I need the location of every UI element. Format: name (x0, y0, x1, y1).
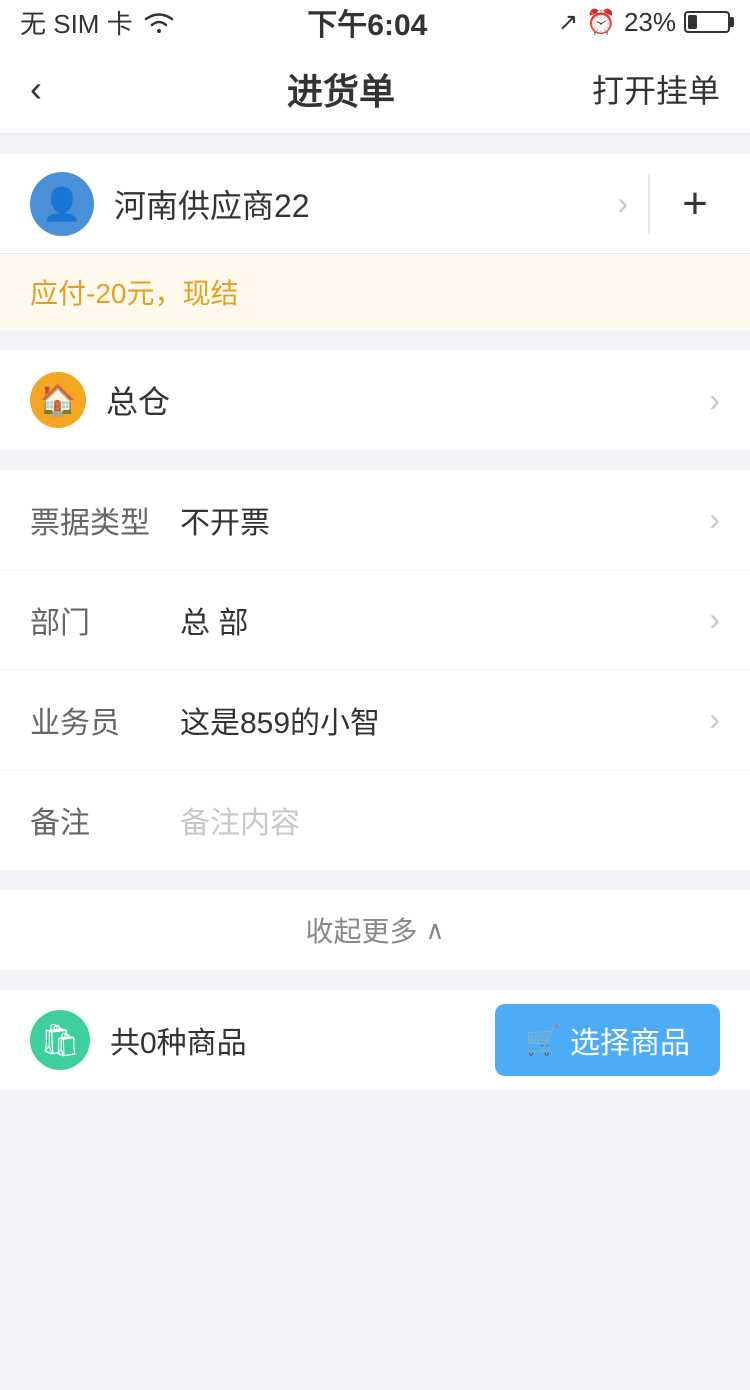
notice-banner: 应付-20元，现结 (0, 254, 750, 330)
product-cart-icon: 🛍 (30, 1010, 90, 1070)
status-time: 下午6:04 (307, 0, 427, 44)
department-label: 部门 (30, 598, 160, 642)
remark-input[interactable]: 备注内容 (180, 798, 720, 842)
salesman-value: 这是859的小智 (180, 698, 709, 742)
remark-label: 备注 (30, 798, 160, 842)
supplier-name: 河南供应商22 (114, 181, 617, 227)
location-icon: ↗ (558, 8, 578, 37)
remark-row[interactable]: 备注 备注内容 (0, 770, 750, 870)
form-section: 票据类型 不开票 › 部门 总 部 › 业务员 这是859的小智 › 备注 备注… (0, 470, 750, 870)
status-bar: 无 SIM 卡 下午6:04 ↗ ⏰ 23% (0, 0, 750, 44)
salesman-row[interactable]: 业务员 这是859的小智 › (0, 670, 750, 770)
select-product-button[interactable]: 🛒 选择商品 (495, 1004, 720, 1076)
cart-icon: 🛍 (40, 1021, 81, 1059)
carrier-label: 无 SIM 卡 (20, 4, 133, 41)
add-supplier-button[interactable]: + (670, 179, 720, 229)
back-button[interactable]: ‹ (30, 68, 90, 110)
salesman-label: 业务员 (30, 698, 160, 742)
warehouse-name: 总仓 (106, 377, 709, 423)
supplier-row[interactable]: 👤 河南供应商22 › + (0, 154, 750, 254)
section-divider-2 (0, 330, 750, 350)
product-footer: 🛍 共0种商品 🛒 选择商品 (0, 990, 750, 1090)
collapse-label: 收起更多 (305, 910, 417, 950)
status-right: ↗ ⏰ 23% (558, 7, 730, 38)
avatar-icon: 👤 (42, 185, 82, 223)
invoice-chevron-icon: › (709, 501, 720, 538)
supplier-avatar: 👤 (30, 172, 94, 236)
supplier-divider (648, 174, 650, 234)
department-row[interactable]: 部门 总 部 › (0, 570, 750, 670)
salesman-chevron-icon: › (709, 701, 720, 738)
bottom-space (0, 1090, 750, 1390)
warehouse-icon: 🏠 (30, 372, 86, 428)
warehouse-house-icon: 🏠 (39, 383, 76, 418)
select-product-label: 选择商品 (570, 1018, 690, 1062)
collapse-row[interactable]: 收起更多 ∧ (0, 890, 750, 970)
supplier-chevron-icon: › (617, 185, 628, 222)
department-chevron-icon: › (709, 601, 720, 638)
battery-percent: 23% (624, 7, 676, 38)
department-value: 总 部 (180, 598, 709, 642)
status-left: 无 SIM 卡 (20, 4, 177, 41)
product-count: 共0种商品 (110, 1018, 495, 1062)
warehouse-chevron-icon: › (709, 382, 720, 419)
open-pending-button[interactable]: 打开挂单 (592, 66, 720, 112)
warehouse-row[interactable]: 🏠 总仓 › (0, 350, 750, 450)
section-divider-1 (0, 134, 750, 154)
battery-bar (684, 11, 730, 33)
invoice-type-row[interactable]: 票据类型 不开票 › (0, 470, 750, 570)
battery-fill (688, 15, 697, 29)
select-product-icon: 🛒 (525, 1024, 560, 1057)
supplier-card: 👤 河南供应商22 › + 应付-20元，现结 (0, 154, 750, 330)
nav-bar: ‹ 进货单 打开挂单 (0, 44, 750, 134)
invoice-value: 不开票 (180, 498, 709, 542)
alarm-icon: ⏰ (586, 8, 616, 37)
invoice-label: 票据类型 (30, 498, 160, 542)
page-title: 进货单 (287, 63, 395, 115)
wifi-icon (141, 9, 177, 35)
warehouse-card: 🏠 总仓 › (0, 350, 750, 450)
collapse-arrow-icon: ∧ (425, 915, 444, 946)
